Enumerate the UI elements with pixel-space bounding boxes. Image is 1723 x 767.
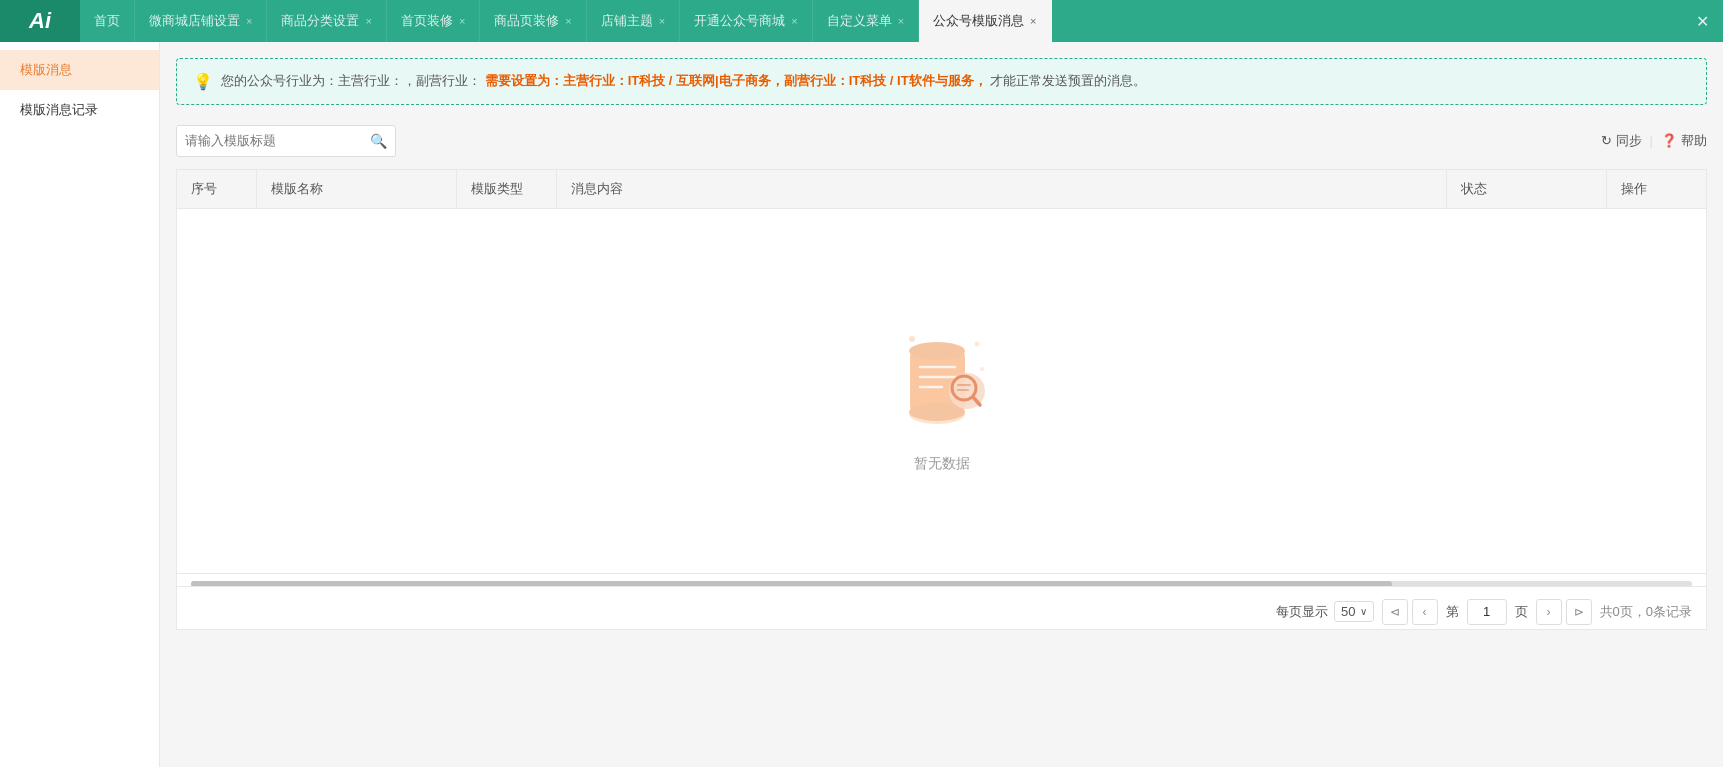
nav-tab-close-icon[interactable]: × [898, 15, 904, 27]
nav-tab-open-mall[interactable]: 开通公众号商城 × [680, 0, 812, 42]
empty-illustration [882, 319, 1002, 439]
svg-point-14 [980, 367, 984, 371]
app-logo: Ai [0, 0, 80, 42]
nav-tab-close-icon[interactable]: × [246, 15, 252, 27]
col-header-status: 状态 [1447, 169, 1607, 208]
sidebar: 模版消息模版消息记录 [0, 42, 160, 767]
nav-tab-home-decor[interactable]: 首页装修 × [387, 0, 480, 42]
nav-tab-close-icon[interactable]: × [659, 15, 665, 27]
sidebar-item-template-log[interactable]: 模版消息记录 [0, 90, 159, 130]
main-content: 💡 您的公众号行业为：主营行业：，副营行业： 需要设置为：主营行业：IT科技 /… [160, 42, 1723, 767]
notice-icon: 💡 [193, 72, 213, 91]
next-page-button[interactable]: › [1536, 599, 1562, 625]
notice-box: 💡 您的公众号行业为：主营行业：，副营行业： 需要设置为：主营行业：IT科技 /… [176, 58, 1707, 105]
last-page-button[interactable]: ⊳ [1566, 599, 1592, 625]
nav-tab-close-icon[interactable]: × [1030, 15, 1036, 27]
horizontal-scrollbar[interactable] [176, 574, 1707, 587]
sync-icon: ↻ [1601, 133, 1612, 148]
nav-tab-home[interactable]: 首页 [80, 0, 135, 42]
nav-tab-custom-menu[interactable]: 自定义菜单 × [813, 0, 919, 42]
svg-point-12 [909, 336, 915, 342]
nav-tab-shop-theme[interactable]: 店铺主题 × [587, 0, 680, 42]
scrollbar-thumb [191, 581, 1392, 587]
total-text: 共0页，0条记录 [1600, 603, 1692, 621]
col-header-name: 模版名称 [257, 169, 457, 208]
nav-tab-label: 商品分类设置 [281, 12, 359, 30]
svg-point-13 [974, 341, 979, 346]
pagination: 每页显示 50 ∨ ⊲ ‹ 第 页 › ⊳ 共0页，0条记录 [176, 587, 1707, 630]
prev-page-button[interactable]: ‹ [1412, 599, 1438, 625]
nav-tab-label: 公众号模版消息 [933, 12, 1024, 30]
col-header-content: 消息内容 [557, 169, 1447, 208]
toolbar-right: ↻ 同步 | ❓ 帮助 [1601, 132, 1707, 150]
nav-tab-close-icon[interactable]: × [365, 15, 371, 27]
col-header-type: 模版类型 [457, 169, 557, 208]
page-label: 第 [1446, 603, 1459, 621]
help-icon: ❓ [1661, 133, 1677, 148]
nav-tab-product-category[interactable]: 商品分类设置 × [267, 0, 386, 42]
nav-tab-label: 店铺主题 [601, 12, 653, 30]
empty-text: 暂无数据 [177, 455, 1706, 473]
chevron-down-icon: ∨ [1360, 606, 1367, 617]
nav-tab-label: 自定义菜单 [827, 12, 892, 30]
nav-tab-close-icon[interactable]: × [791, 15, 797, 27]
page-navigation: ⊲ ‹ 第 页 › ⊳ [1382, 599, 1592, 625]
toolbar-divider: | [1650, 133, 1653, 148]
help-button[interactable]: ❓ 帮助 [1661, 132, 1707, 150]
sync-button[interactable]: ↻ 同步 [1601, 132, 1642, 150]
search-box: 🔍 [176, 125, 396, 157]
col-header-seq: 序号 [177, 169, 257, 208]
data-table: 序号模版名称模版类型消息内容状态操作 [176, 169, 1707, 209]
scrollbar-track [191, 581, 1692, 587]
col-header-action: 操作 [1607, 169, 1707, 208]
notice-highlight: 需要设置为：主营行业：IT科技 / 互联网|电子商务，副营行业：IT科技 / I… [485, 73, 987, 88]
first-page-button[interactable]: ⊲ [1382, 599, 1408, 625]
nav-tabs: 首页微商城店铺设置×商品分类设置×首页装修×商品页装修×店铺主题×开通公众号商城… [80, 0, 1681, 42]
nav-tab-product-page[interactable]: 商品页装修 × [480, 0, 586, 42]
svg-point-6 [909, 403, 965, 421]
page-size-value: 50 [1341, 604, 1355, 619]
page-size-select: 每页显示 50 ∨ [1276, 601, 1373, 622]
toolbar: 🔍 ↻ 同步 | ❓ 帮助 [176, 125, 1707, 157]
nav-tab-label: 首页装修 [401, 12, 453, 30]
page-number-input[interactable] [1467, 599, 1507, 625]
sidebar-item-template-msg[interactable]: 模版消息 [0, 50, 159, 90]
page-unit: 页 [1515, 603, 1528, 621]
nav-tab-label: 商品页装修 [494, 12, 559, 30]
search-input[interactable] [185, 133, 370, 148]
nav-tab-close-icon[interactable]: × [565, 15, 571, 27]
layout: 模版消息模版消息记录 💡 您的公众号行业为：主营行业：，副营行业： 需要设置为：… [0, 42, 1723, 767]
nav-tab-micro-shop[interactable]: 微商城店铺设置 × [135, 0, 267, 42]
nav-tab-label: 首页 [94, 12, 120, 30]
close-all-tabs-button[interactable]: ✕ [1681, 0, 1723, 42]
nav-tab-template-msg[interactable]: 公众号模版消息 × [919, 0, 1051, 42]
empty-state: 暂无数据 [177, 259, 1706, 533]
page-size-label: 每页显示 [1276, 603, 1328, 621]
top-nav: Ai 首页微商城店铺设置×商品分类设置×首页装修×商品页装修×店铺主题×开通公众… [0, 0, 1723, 42]
nav-tab-label: 微商城店铺设置 [149, 12, 240, 30]
svg-point-5 [909, 342, 965, 360]
page-size-dropdown[interactable]: 50 ∨ [1334, 601, 1373, 622]
search-icon[interactable]: 🔍 [370, 133, 387, 149]
nav-tab-close-icon[interactable]: × [459, 15, 465, 27]
nav-tab-label: 开通公众号商城 [694, 12, 785, 30]
notice-text: 您的公众号行业为：主营行业：，副营行业： 需要设置为：主营行业：IT科技 / 互… [221, 71, 1690, 92]
